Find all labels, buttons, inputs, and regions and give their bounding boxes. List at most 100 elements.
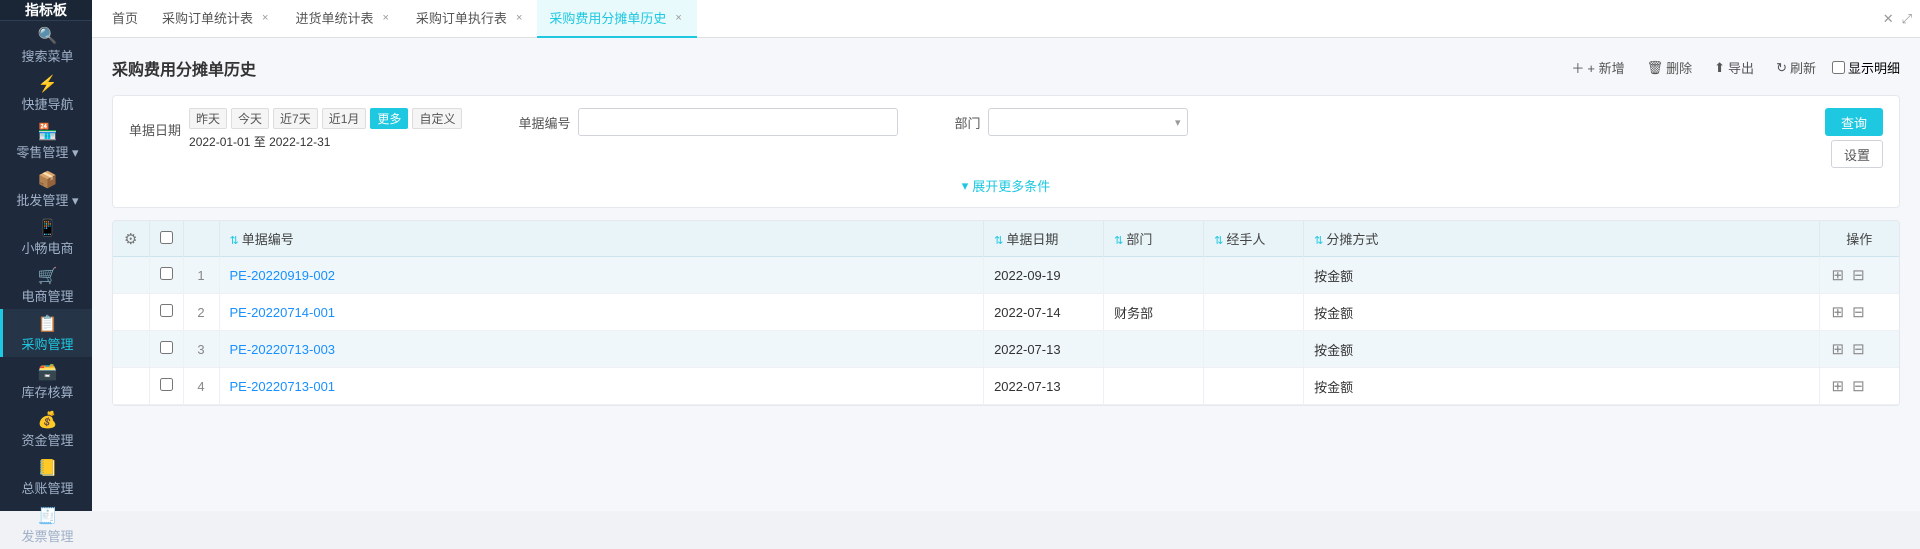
edit-icon[interactable]: ⊞ — [1830, 264, 1847, 286]
settings-button[interactable]: 设置 — [1831, 140, 1883, 168]
refresh-icon: ↻ — [1776, 60, 1787, 76]
tab-home[interactable]: 首页 — [100, 0, 150, 38]
finance-icon: 💰 — [38, 410, 58, 430]
filter-group-dept: 部门 财务部 — [954, 108, 1188, 136]
sidebar-item-label: 发票管理 — [21, 529, 73, 545]
data-table: ⚙ 单据编号 单据日期 部门 — [112, 220, 1900, 406]
sidebar-item-ledger[interactable]: 📒 总账管理 — [0, 453, 92, 501]
refresh-button[interactable]: ↻ 刷新 — [1770, 54, 1822, 81]
doc-no-link[interactable]: PE-20220919-002 — [230, 268, 336, 283]
dept-label: 部门 — [954, 113, 980, 132]
show-cols-toggle[interactable]: 显示明细 — [1832, 58, 1900, 77]
sidebar-item-retail[interactable]: 🏪 零售管理 ▾ — [0, 117, 92, 165]
sidebar-item-search[interactable]: 🔍 搜索菜单 — [0, 21, 92, 69]
tab-instock-summary-close[interactable]: × — [379, 11, 391, 25]
tab-purchase-fee-close[interactable]: × — [672, 11, 684, 25]
date-btn-custom[interactable]: 自定义 — [412, 108, 462, 129]
date-btn-1month[interactable]: 近1月 — [322, 108, 367, 129]
add-button[interactable]: ＋ + 新增 — [1565, 54, 1630, 81]
tab-purchase-fee[interactable]: 采购费用分摊单历史 × — [537, 0, 696, 38]
date-filter-label: 单据日期 — [129, 120, 181, 139]
retail-icon: 🏪 — [38, 122, 58, 142]
td-handler — [1204, 257, 1304, 294]
td-checkbox — [149, 331, 183, 368]
th-doc-date-sortable[interactable]: 单据日期 — [994, 232, 1058, 247]
tab-instock-summary[interactable]: 进货单统计表 × — [283, 0, 403, 38]
more-icon[interactable]: ⊟ — [1850, 375, 1867, 397]
td-doc-date: 2022-07-13 — [984, 368, 1104, 405]
invoice-icon: 🧾 — [38, 506, 58, 526]
more-icon[interactable]: ⊟ — [1850, 301, 1867, 323]
td-doc-no: PE-20220714-001 — [219, 294, 984, 331]
edit-icon[interactable]: ⊞ — [1830, 375, 1847, 397]
edit-icon[interactable]: ⊞ — [1830, 338, 1847, 360]
th-num — [183, 221, 219, 257]
sidebar-item-ecommerce[interactable]: 🛒 电商管理 — [0, 261, 92, 309]
dept-select-wrapper: 财务部 — [988, 108, 1188, 136]
filter-dates: 昨天 今天 近7天 近1月 更多 自定义 2022-01-01 至 2022-1… — [189, 108, 462, 150]
date-btn-more[interactable]: 更多 — [370, 108, 408, 129]
td-doc-date: 2022-07-13 — [984, 331, 1104, 368]
row-checkbox[interactable] — [160, 341, 173, 354]
sidebar-item-inventory[interactable]: 🗃️ 库存核算 — [0, 357, 92, 405]
expand-icon[interactable]: ⤢ — [1902, 11, 1912, 27]
doc-no-link[interactable]: PE-20220713-003 — [230, 342, 336, 357]
th-dept-sortable[interactable]: 部门 — [1114, 232, 1152, 247]
th-handler-sortable[interactable]: 经手人 — [1214, 232, 1265, 247]
td-dept: 财务部 — [1104, 294, 1204, 331]
td-doc-no: PE-20220713-003 — [219, 331, 984, 368]
sidebar-item-label: 库存核算 — [21, 385, 73, 401]
dept-select[interactable]: 财务部 — [988, 108, 1188, 136]
show-cols-checkbox[interactable] — [1832, 61, 1845, 74]
date-btn-yesterday[interactable]: 昨天 — [189, 108, 227, 129]
edit-icon[interactable]: ⊞ — [1830, 301, 1847, 323]
more-icon[interactable]: ⊟ — [1850, 264, 1867, 286]
query-button[interactable]: 查询 — [1825, 108, 1883, 136]
more-icon[interactable]: ⊟ — [1850, 338, 1867, 360]
doc-no-input[interactable] — [578, 108, 898, 136]
td-handler — [1204, 368, 1304, 405]
row-checkbox[interactable] — [160, 304, 173, 317]
close-icon[interactable]: ✕ — [1883, 11, 1894, 27]
select-all-checkbox[interactable] — [160, 231, 173, 244]
doc-no-label: 单据编号 — [518, 113, 570, 132]
expand-more[interactable]: ▾ 展开更多条件 — [129, 176, 1883, 195]
sidebar-item-purchase[interactable]: 📋 采购管理 — [0, 309, 92, 357]
table-row: 1 PE-20220919-002 2022-09-19 按金额 ⊞ ⊟ — [113, 257, 1899, 294]
sidebar-item-label: 搜索菜单 — [21, 49, 73, 65]
row-checkbox[interactable] — [160, 378, 173, 391]
sidebar-item-wholesale[interactable]: 📦 批发管理 ▾ — [0, 165, 92, 213]
sidebar-item-finance[interactable]: 💰 资金管理 — [0, 405, 92, 453]
tab-purchase-exec[interactable]: 采购订单执行表 × — [404, 0, 537, 38]
tab-purchase-exec-close[interactable]: × — [513, 11, 525, 25]
sidebar-item-label: 快捷导航 — [21, 97, 73, 113]
sidebar-item-quicknav[interactable]: ⚡ 快捷导航 — [0, 69, 92, 117]
filter-actions: 查询 设置 — [1825, 108, 1883, 168]
date-btn-7days[interactable]: 近7天 — [273, 108, 318, 129]
date-btn-today[interactable]: 今天 — [231, 108, 269, 129]
tab-purchase-summary-close[interactable]: × — [259, 11, 271, 25]
sidebar-item-mobile[interactable]: 📱 小畅电商 — [0, 213, 92, 261]
page-header: 采购费用分摊单历史 ＋ + 新增 🗑 删除 ⬆ 导出 ↻ 刷新 — [112, 54, 1900, 81]
th-doc-no-sortable[interactable]: 单据编号 — [230, 232, 294, 247]
sidebar-item-invoice[interactable]: 🧾 发票管理 — [0, 501, 92, 549]
td-doc-date: 2022-09-19 — [984, 257, 1104, 294]
th-split-method-sortable[interactable]: 分摊方式 — [1314, 232, 1378, 247]
td-num: 3 — [183, 331, 219, 368]
tab-purchase-summary[interactable]: 采购订单统计表 × — [150, 0, 283, 38]
toolbar: ＋ + 新增 🗑 删除 ⬆ 导出 ↻ 刷新 显示明细 — [1565, 54, 1900, 81]
row-checkbox[interactable] — [160, 267, 173, 280]
doc-no-link[interactable]: PE-20220714-001 — [230, 305, 336, 320]
export-button[interactable]: ⬆ 导出 — [1708, 54, 1760, 81]
th-checkbox — [149, 221, 183, 257]
gear-icon[interactable]: ⚙ — [124, 231, 137, 248]
delete-button[interactable]: 🗑 删除 — [1641, 54, 1699, 81]
tab-label: 采购订单统计表 — [162, 8, 253, 27]
page-title: 采购费用分摊单历史 — [112, 56, 256, 80]
td-actions: ⊞ ⊟ — [1819, 331, 1899, 368]
doc-no-link[interactable]: PE-20220713-001 — [230, 379, 336, 394]
tab-bar: 首页 采购订单统计表 × 进货单统计表 × 采购订单执行表 × 采购费用分摊单历… — [92, 0, 1920, 38]
table-row: 3 PE-20220713-003 2022-07-13 按金额 ⊞ ⊟ — [113, 331, 1899, 368]
sidebar-item-label: 总账管理 — [21, 481, 73, 497]
td-num: 4 — [183, 368, 219, 405]
